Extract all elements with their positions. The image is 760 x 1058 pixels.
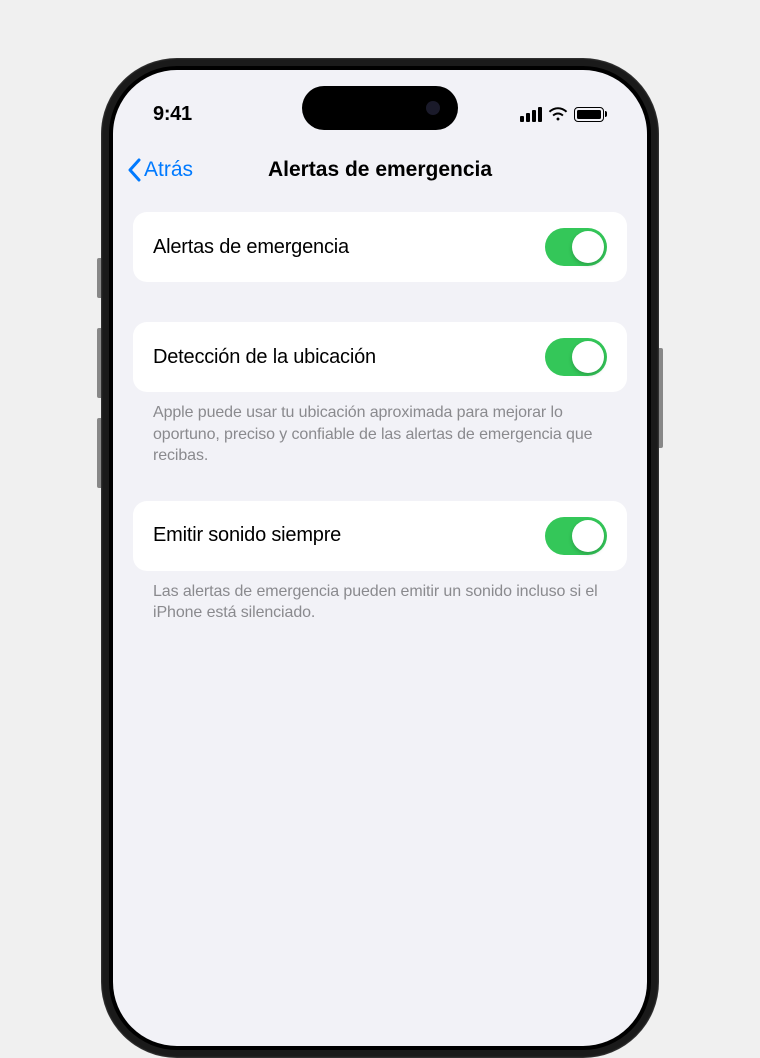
dynamic-island [302, 86, 458, 130]
row-location-detection[interactable]: Detección de la ubicación [133, 322, 627, 392]
nav-bar: Atrás Alertas de emergencia [113, 138, 647, 198]
back-button[interactable]: Atrás [127, 158, 193, 182]
footer-always-sound: Las alertas de emergencia pueden emitir … [133, 571, 627, 646]
chevron-left-icon [127, 158, 142, 182]
toggle-location-detection[interactable] [545, 338, 607, 376]
phone-button-power [659, 348, 663, 448]
label-always-sound: Emitir sonido siempre [153, 524, 341, 547]
battery-icon [574, 107, 608, 122]
status-time: 9:41 [153, 103, 233, 126]
page-title: Alertas de emergencia [133, 158, 627, 182]
cellular-icon [520, 107, 542, 122]
status-icons [520, 106, 608, 122]
footer-location-detection: Apple puede usar tu ubicación aproximada… [133, 392, 627, 489]
phone-button-silence [97, 258, 101, 298]
content: Alertas de emergencia Detección de la ub… [113, 198, 647, 654]
label-emergency-alerts: Alertas de emergencia [153, 236, 349, 259]
phone-button-volume-up [97, 328, 101, 398]
row-always-sound[interactable]: Emitir sonido siempre [133, 501, 627, 571]
toggle-always-sound[interactable] [545, 517, 607, 555]
toggle-emergency-alerts[interactable] [545, 228, 607, 266]
label-location-detection: Detección de la ubicación [153, 346, 376, 369]
phone-button-volume-down [97, 418, 101, 488]
row-emergency-alerts[interactable]: Alertas de emergencia [133, 212, 627, 282]
wifi-icon [548, 106, 568, 122]
screen: 9:41 Atrás [113, 70, 647, 1046]
phone-frame: 9:41 Atrás [101, 58, 659, 1058]
back-label: Atrás [144, 158, 193, 182]
